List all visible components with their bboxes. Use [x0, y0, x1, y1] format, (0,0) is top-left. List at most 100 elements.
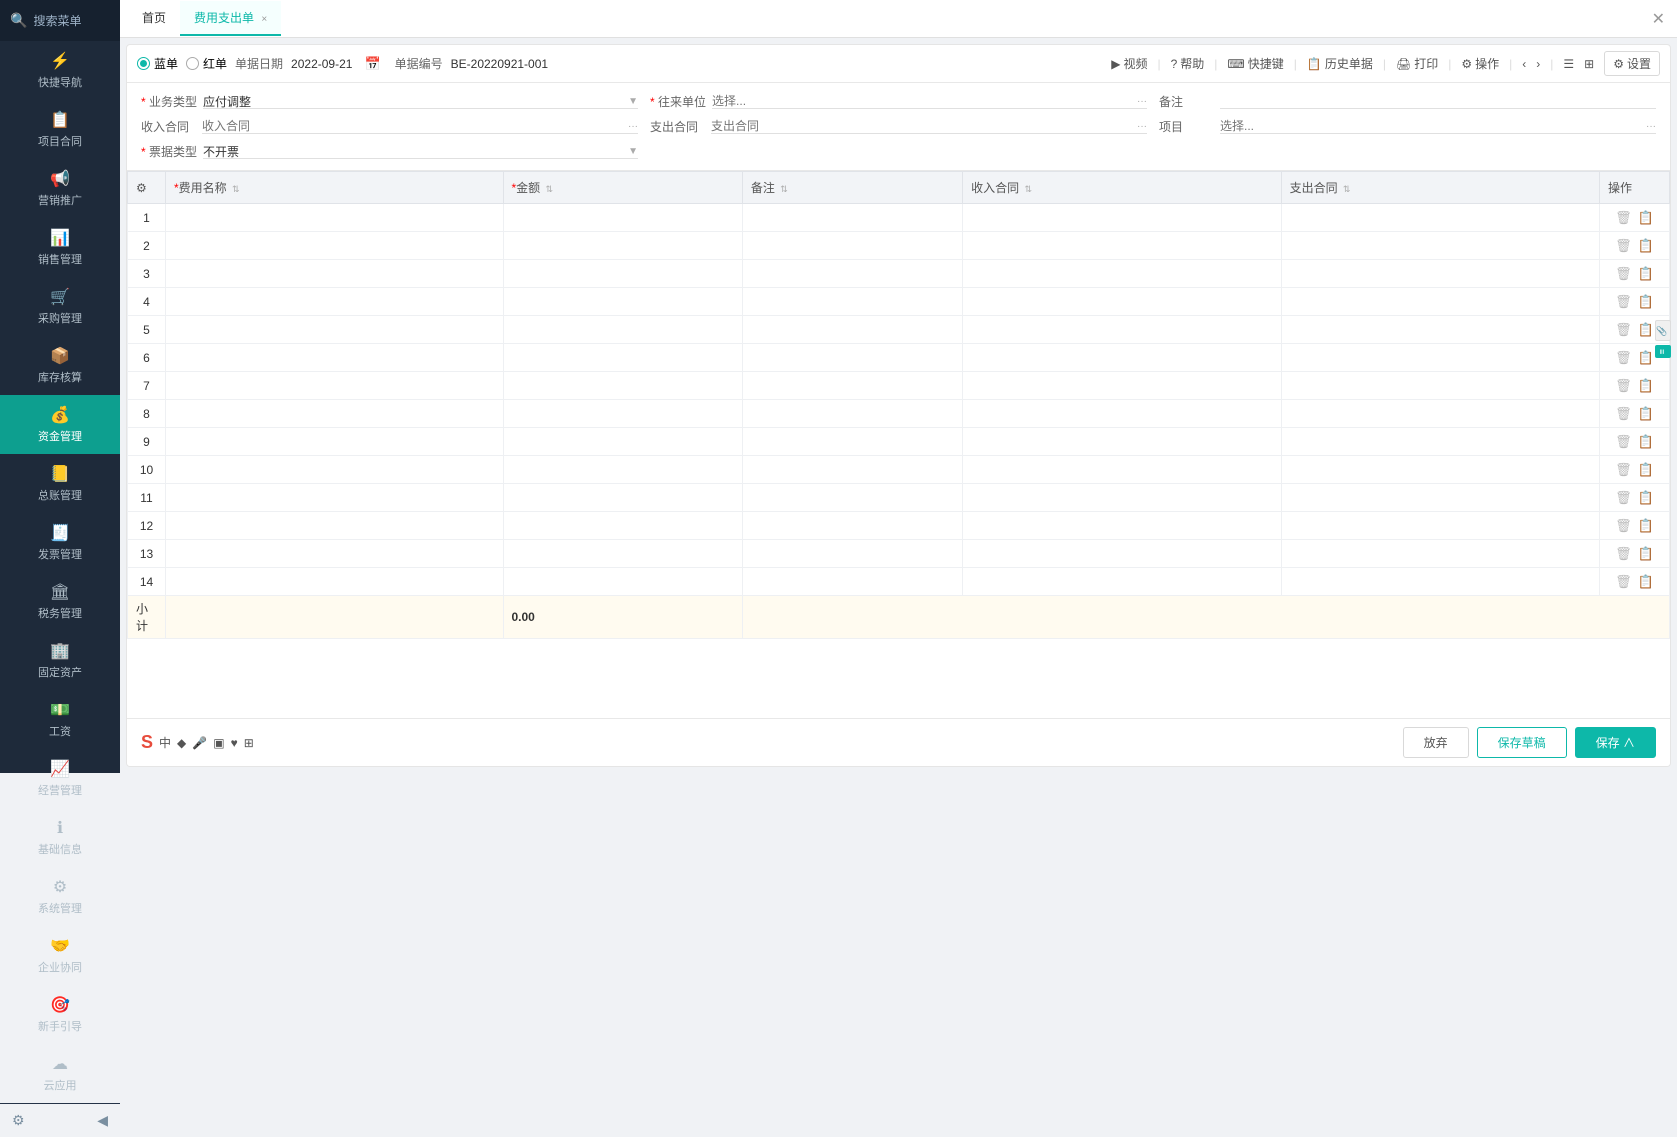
sidebar-item-new-guide[interactable]: 🎯 新手引导: [0, 985, 120, 1044]
row-expense-name-14[interactable]: [166, 568, 504, 596]
project-ellipsis-icon[interactable]: ···: [1646, 121, 1656, 132]
income-contract-ellipsis-icon[interactable]: ···: [628, 121, 638, 132]
row-amount-2[interactable]: [503, 232, 742, 260]
toolbar-operation-btn[interactable]: ⚙ 操作: [1461, 55, 1499, 72]
sidebar-item-system[interactable]: ⚙ 系统管理: [0, 867, 120, 926]
nav-left-btn[interactable]: ‹: [1522, 57, 1526, 71]
row-expense-contract-7[interactable]: [1281, 372, 1599, 400]
row-copy-13[interactable]: 📋: [1638, 546, 1654, 562]
row-amount-13[interactable]: [503, 540, 742, 568]
row-income-contract-7[interactable]: [963, 372, 1281, 400]
list-view-icon[interactable]: ☰: [1563, 57, 1574, 71]
row-expense-name-13[interactable]: [166, 540, 504, 568]
date-value[interactable]: 2022-09-21: [291, 57, 352, 71]
sidebar-item-base-info[interactable]: ℹ 基础信息: [0, 808, 120, 867]
sidebar-item-marketing[interactable]: 📢 营销推广: [0, 159, 120, 218]
toolbar-shortcut-btn[interactable]: ⌨ 快捷键: [1227, 55, 1283, 72]
row-expense-name-3[interactable]: [166, 260, 504, 288]
row-expense-contract-8[interactable]: [1281, 400, 1599, 428]
row-copy-11[interactable]: 📋: [1638, 490, 1654, 506]
sidebar-item-enterprise[interactable]: 🤝 企业协同: [0, 926, 120, 985]
radio-red[interactable]: 红单: [186, 55, 227, 72]
row-amount-14[interactable]: [503, 568, 742, 596]
row-expense-contract-10[interactable]: [1281, 456, 1599, 484]
row-expense-contract-9[interactable]: [1281, 428, 1599, 456]
sidebar-item-quick-nav[interactable]: ⚡ 快捷导航: [0, 41, 120, 100]
row-delete-7[interactable]: 🗑: [1615, 378, 1632, 394]
sidebar-item-purchase[interactable]: 🛒 采购管理: [0, 277, 120, 336]
row-amount-4[interactable]: [503, 288, 742, 316]
row-income-contract-8[interactable]: [963, 400, 1281, 428]
row-amount-7[interactable]: [503, 372, 742, 400]
partner-input[interactable]: [712, 94, 1133, 108]
row-note-7[interactable]: [742, 372, 962, 400]
sidebar-item-tax[interactable]: 🏛 税务管理: [0, 572, 120, 631]
row-note-3[interactable]: [742, 260, 962, 288]
business-type-input[interactable]: [203, 94, 624, 108]
row-copy-10[interactable]: 📋: [1638, 462, 1654, 478]
sidebar-item-sales[interactable]: 📊 销售管理: [0, 218, 120, 277]
row-income-contract-10[interactable]: [963, 456, 1281, 484]
row-amount-9[interactable]: [503, 428, 742, 456]
row-copy-3[interactable]: 📋: [1638, 266, 1654, 282]
expense-contract-ellipsis-icon[interactable]: ···: [1137, 121, 1147, 132]
row-expense-name-1[interactable]: [166, 204, 504, 232]
tab-home[interactable]: 首页: [128, 1, 180, 36]
row-expense-contract-2[interactable]: [1281, 232, 1599, 260]
row-expense-contract-4[interactable]: [1281, 288, 1599, 316]
row-note-10[interactable]: [742, 456, 962, 484]
invoice-type-dropdown-icon[interactable]: ▼: [628, 146, 638, 157]
sidebar-item-assets[interactable]: 🏢 固定资产: [0, 631, 120, 690]
row-amount-5[interactable]: [503, 316, 742, 344]
row-note-2[interactable]: [742, 232, 962, 260]
toolbar-help-btn[interactable]: ? 帮助: [1171, 55, 1205, 72]
row-income-contract-11[interactable]: [963, 484, 1281, 512]
row-note-13[interactable]: [742, 540, 962, 568]
settings-button[interactable]: ⚙ 设置: [1604, 51, 1660, 76]
row-delete-9[interactable]: 🗑: [1615, 434, 1632, 450]
row-note-12[interactable]: [742, 512, 962, 540]
row-expense-contract-11[interactable]: [1281, 484, 1599, 512]
row-delete-6[interactable]: 🗑: [1615, 350, 1632, 366]
save-button[interactable]: 保存 ∧: [1575, 727, 1656, 758]
row-copy-6[interactable]: 📋: [1638, 350, 1654, 366]
row-delete-11[interactable]: 🗑: [1615, 490, 1632, 506]
collapse-icon[interactable]: ◀: [97, 1112, 108, 1129]
row-amount-3[interactable]: [503, 260, 742, 288]
row-expense-name-8[interactable]: [166, 400, 504, 428]
row-note-1[interactable]: [742, 204, 962, 232]
row-copy-4[interactable]: 📋: [1638, 294, 1654, 310]
th-settings[interactable]: ⚙: [128, 172, 166, 204]
invoice-type-input[interactable]: [203, 144, 624, 158]
sidebar-item-operations[interactable]: 📈 经营管理: [0, 749, 120, 808]
row-delete-2[interactable]: 🗑: [1615, 238, 1632, 254]
row-copy-12[interactable]: 📋: [1638, 518, 1654, 534]
row-income-contract-4[interactable]: [963, 288, 1281, 316]
row-copy-5[interactable]: 📋: [1638, 322, 1654, 338]
row-expense-contract-3[interactable]: [1281, 260, 1599, 288]
row-income-contract-12[interactable]: [963, 512, 1281, 540]
remark-input[interactable]: [1220, 94, 1656, 108]
sidebar-item-project-contract[interactable]: 📋 项目合同: [0, 100, 120, 159]
row-expense-contract-12[interactable]: [1281, 512, 1599, 540]
row-copy-8[interactable]: 📋: [1638, 406, 1654, 422]
row-expense-contract-6[interactable]: [1281, 344, 1599, 372]
toolbar-history-btn[interactable]: 📋 历史单据: [1307, 55, 1373, 72]
row-expense-name-6[interactable]: [166, 344, 504, 372]
partner-ellipsis-icon[interactable]: ···: [1137, 96, 1147, 107]
row-expense-contract-5[interactable]: [1281, 316, 1599, 344]
sidebar-item-inventory[interactable]: 📦 库存核算: [0, 336, 120, 395]
row-income-contract-2[interactable]: [963, 232, 1281, 260]
row-expense-name-7[interactable]: [166, 372, 504, 400]
row-copy-2[interactable]: 📋: [1638, 238, 1654, 254]
row-note-11[interactable]: [742, 484, 962, 512]
sticky-btn-2[interactable]: ≡: [1655, 345, 1671, 358]
row-note-6[interactable]: [742, 344, 962, 372]
row-expense-contract-13[interactable]: [1281, 540, 1599, 568]
row-delete-12[interactable]: 🗑: [1615, 518, 1632, 534]
row-delete-5[interactable]: 🗑: [1615, 322, 1632, 338]
row-delete-10[interactable]: 🗑: [1615, 462, 1632, 478]
row-delete-4[interactable]: 🗑: [1615, 294, 1632, 310]
window-close-button[interactable]: ✕: [1648, 9, 1669, 29]
row-copy-7[interactable]: 📋: [1638, 378, 1654, 394]
